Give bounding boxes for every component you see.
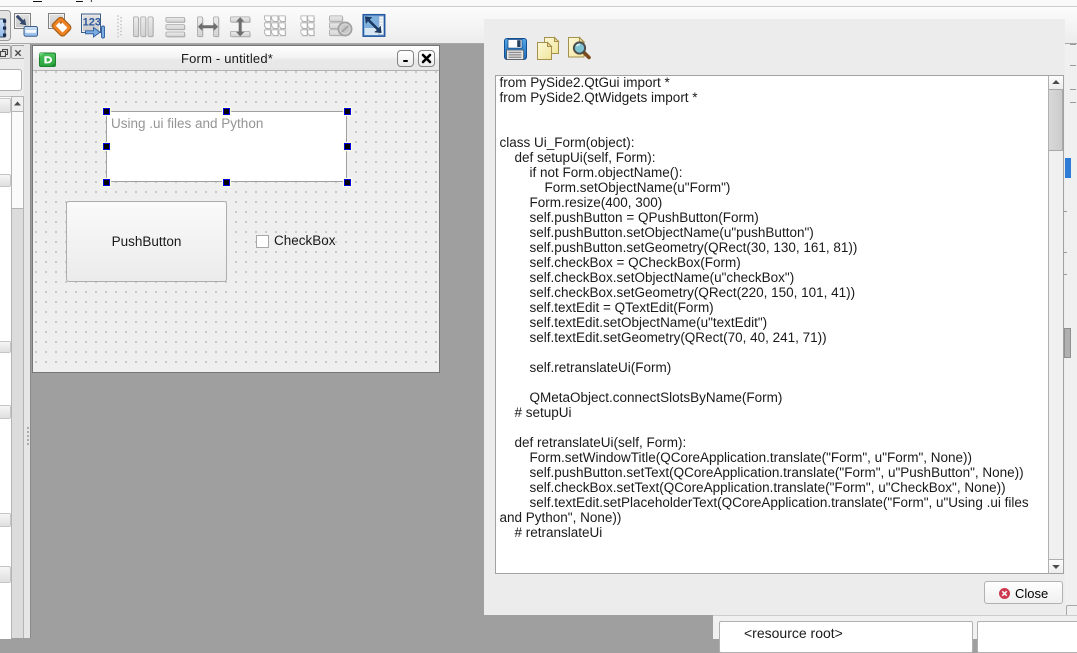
svg-text:123: 123: [83, 17, 101, 29]
